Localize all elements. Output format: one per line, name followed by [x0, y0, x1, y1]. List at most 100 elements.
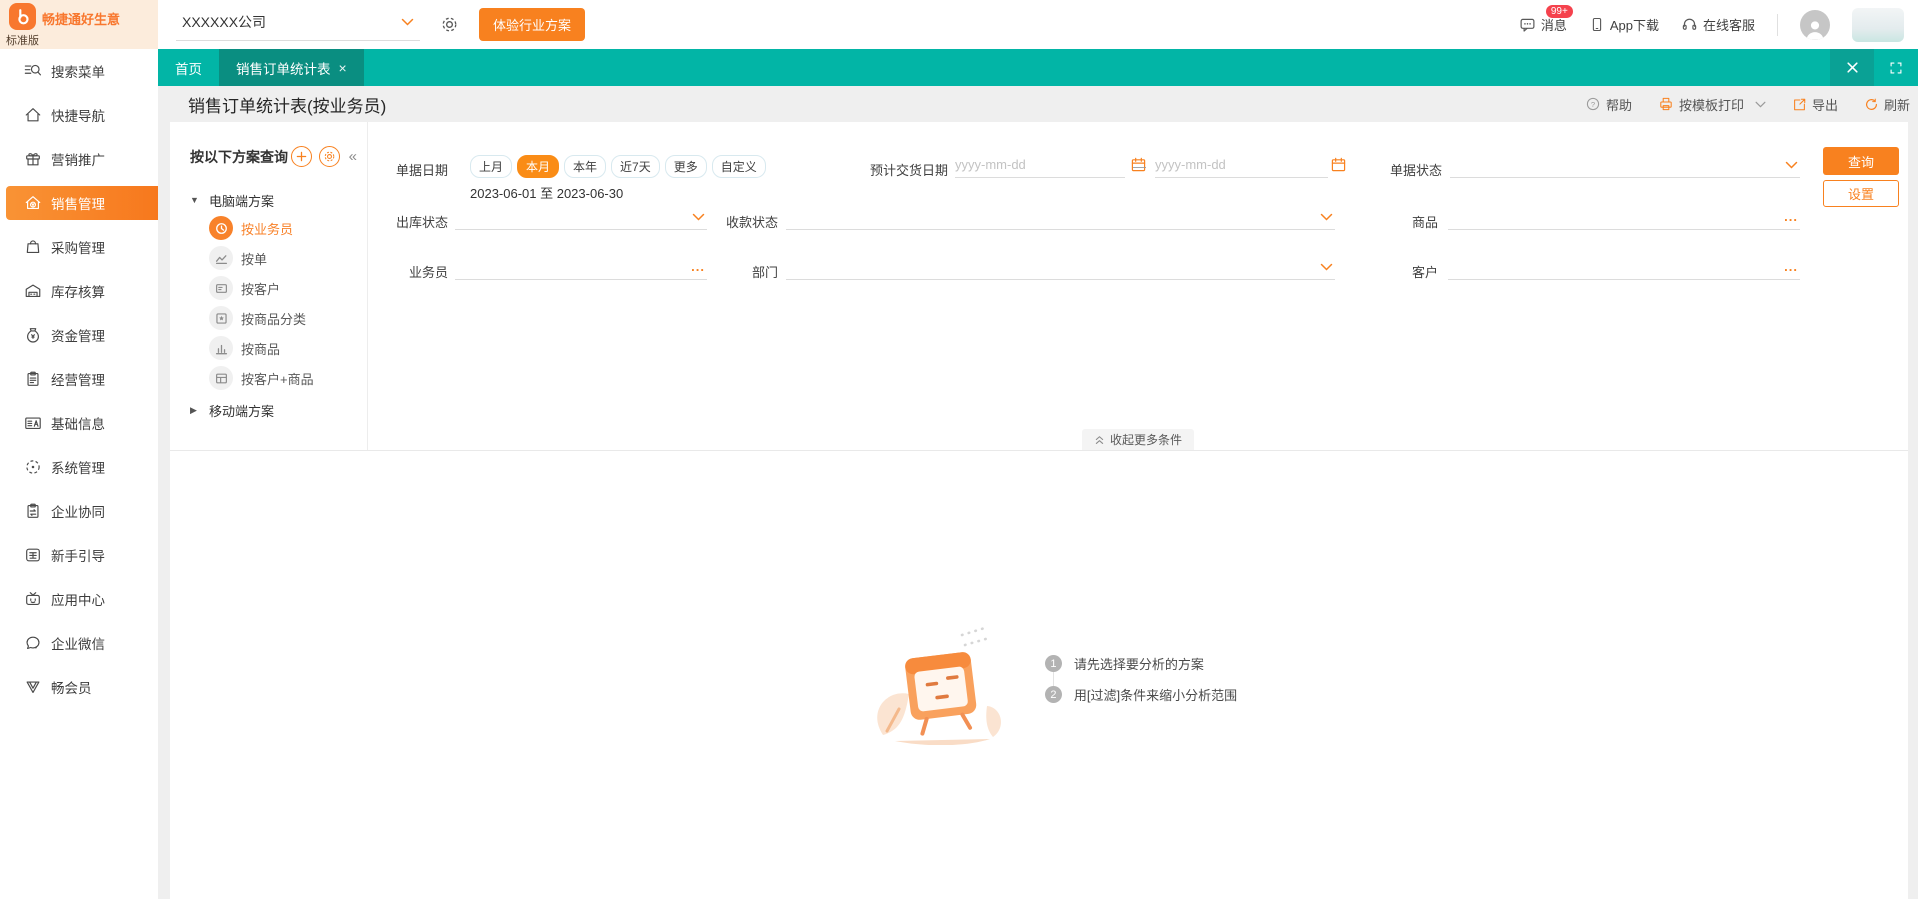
customer-picker[interactable]: ... [1448, 254, 1800, 280]
query-panel-header: 按以下方案查询 « [190, 146, 357, 167]
chevron-down-icon[interactable] [1755, 101, 1766, 108]
company-selector[interactable]: XXXXXX公司 [176, 3, 420, 41]
sidebar-item-collaboration[interactable]: 企业协同 [0, 489, 158, 533]
doc-status-select[interactable] [1450, 152, 1800, 178]
sidebar-item-search-menu[interactable]: 搜索菜单 [0, 49, 158, 93]
goods-picker[interactable]: ... [1448, 204, 1800, 230]
close-all-tabs-icon[interactable] [1830, 49, 1874, 86]
brand-logo[interactable]: 畅捷通好生意 标准版 [0, 0, 158, 49]
sidebar-item-inventory[interactable]: 库存核算 [0, 269, 158, 313]
salesman-picker[interactable]: ... [455, 254, 707, 280]
delivery-date-start-input[interactable] [955, 157, 1131, 172]
sidebar-item-wechat[interactable]: 企业微信 [0, 621, 158, 665]
printer-icon [1658, 96, 1674, 112]
collapse-more-conditions[interactable]: 收起更多条件 [1082, 429, 1194, 450]
plan-item-by-order[interactable]: 按单 [190, 243, 357, 273]
sidebar-item-quick-nav[interactable]: 快捷导航 [0, 93, 158, 137]
fullscreen-icon[interactable] [1874, 49, 1918, 86]
delivery-date-end-field[interactable] [1155, 152, 1328, 178]
query-button[interactable]: 查询 [1823, 147, 1899, 175]
pill-more[interactable]: 更多 [665, 155, 707, 178]
step-number-badge: 1 [1045, 655, 1062, 672]
app-download-label: App下载 [1610, 15, 1659, 34]
caret-down-icon[interactable]: ▼ [190, 195, 200, 205]
id-card-icon [24, 414, 42, 432]
doc-date-range[interactable]: 2023-06-01 至 2023-06-30 [470, 183, 623, 202]
collapse-panel-icon[interactable]: « [349, 149, 357, 164]
ellipsis-picker-icon: ... [1784, 262, 1800, 272]
tree-group-pc[interactable]: ▼ 电脑端方案 [190, 187, 357, 213]
user-avatar[interactable] [1800, 10, 1830, 40]
messages-badge: 99+ [1545, 4, 1574, 19]
edition-label: 标准版 [6, 32, 39, 48]
main-area: 销售订单统计表(按业务员) ? 帮助 按模板打印 [158, 86, 1918, 899]
tab-sales-order-report[interactable]: 销售订单统计表 × [219, 49, 364, 86]
plan-item-by-goods[interactable]: 按商品 [190, 333, 357, 363]
delivery-date-end-input[interactable] [1155, 157, 1331, 172]
plan-item-by-category[interactable]: 按商品分类 [190, 303, 357, 333]
department-select[interactable] [786, 254, 1335, 280]
company-avatar[interactable] [1852, 8, 1904, 42]
payment-status-label: 收款状态 [698, 212, 778, 231]
sidebar-item-operations[interactable]: 经营管理 [0, 357, 158, 401]
sidebar-item-purchase[interactable]: 采购管理 [0, 225, 158, 269]
online-service-button[interactable]: 在线客服 [1681, 15, 1755, 34]
caret-right-icon[interactable]: ▶ [190, 405, 200, 416]
step-item: 2 用[过滤]条件来缩小分析范围 [1045, 684, 1237, 706]
delivery-date-start-field[interactable] [955, 152, 1125, 178]
warehouse-icon [24, 282, 42, 300]
sidebar-item-sales[interactable]: 销售管理 [6, 186, 158, 220]
plan-item-by-salesman[interactable]: 按业务员 [190, 213, 357, 243]
outbound-status-select[interactable] [455, 204, 707, 230]
sidebar-item-member[interactable]: 畅会员 [0, 665, 158, 709]
sidebar-item-label: 搜索菜单 [51, 61, 105, 81]
app-download-button[interactable]: App下载 [1589, 15, 1659, 34]
sidebar-item-label: 快捷导航 [51, 105, 105, 125]
sidebar-item-basic-info[interactable]: 基础信息 [0, 401, 158, 445]
pill-this-month[interactable]: 本月 [517, 155, 559, 178]
question-mark: ? [1591, 100, 1595, 109]
trend-chart-icon [209, 246, 233, 270]
help-button[interactable]: ? 帮助 [1585, 95, 1632, 114]
sidebar-item-newbie-guide[interactable]: 新手引导 [0, 533, 158, 577]
calendar-icon[interactable] [1331, 157, 1348, 172]
wechat-bubble-icon [24, 634, 42, 652]
close-tab-icon[interactable]: × [339, 61, 347, 75]
sidebar-item-funds[interactable]: 资金管理 [0, 313, 158, 357]
search-menu-icon [24, 62, 42, 80]
settings-button[interactable]: 设置 [1823, 180, 1899, 207]
sidebar-item-label: 基础信息 [51, 413, 105, 433]
sidebar-item-label: 库存核算 [51, 281, 105, 301]
pill-last-month[interactable]: 上月 [470, 155, 512, 178]
settings-gear-icon[interactable] [440, 15, 459, 34]
step-item: 1 请先选择要分析的方案 [1045, 653, 1237, 675]
refresh-button[interactable]: 刷新 [1864, 95, 1910, 114]
clipboard-icon [24, 370, 42, 388]
plan-item-by-customer[interactable]: 按客户 [190, 273, 357, 303]
payment-status-select[interactable] [786, 204, 1335, 230]
page-header: 销售订单统计表(按业务员) ? 帮助 按模板打印 [158, 86, 1918, 122]
print-by-template-button[interactable]: 按模板打印 [1658, 95, 1766, 114]
pill-custom[interactable]: 自定义 [712, 155, 766, 178]
add-plan-icon[interactable] [291, 146, 312, 167]
tab-home[interactable]: 首页 [158, 49, 219, 86]
sidebar-item-label: 应用中心 [51, 589, 105, 609]
chevron-down-icon [401, 18, 414, 26]
sidebar-item-system[interactable]: 系统管理 [0, 445, 158, 489]
messages-button[interactable]: 消息 99+ [1519, 15, 1567, 34]
plan-item-by-customer-goods[interactable]: 按客户+商品 [190, 363, 357, 393]
sidebar-item-app-center[interactable]: 应用中心 [0, 577, 158, 621]
trial-button[interactable]: 体验行业方案 [479, 8, 585, 41]
sidebar-item-marketing[interactable]: 营销推广 [0, 137, 158, 181]
company-name: XXXXXX公司 [182, 12, 266, 32]
top-bar: 畅捷通好生意 标准版 XXXXXX公司 体验行业方案 [0, 0, 1918, 49]
outbound-status-label: 出库状态 [368, 212, 448, 231]
home-icon [24, 106, 42, 124]
tree-group-mobile[interactable]: ▶ 移动端方案 [190, 397, 357, 423]
filter-section: 按以下方案查询 « ▼ [170, 122, 1908, 451]
plan-settings-gear-icon[interactable] [319, 146, 340, 167]
export-button[interactable]: 导出 [1792, 95, 1838, 114]
tab-label: 销售订单统计表 [236, 58, 331, 78]
pill-this-year[interactable]: 本年 [564, 155, 606, 178]
pill-last-7-days[interactable]: 近7天 [611, 155, 660, 178]
